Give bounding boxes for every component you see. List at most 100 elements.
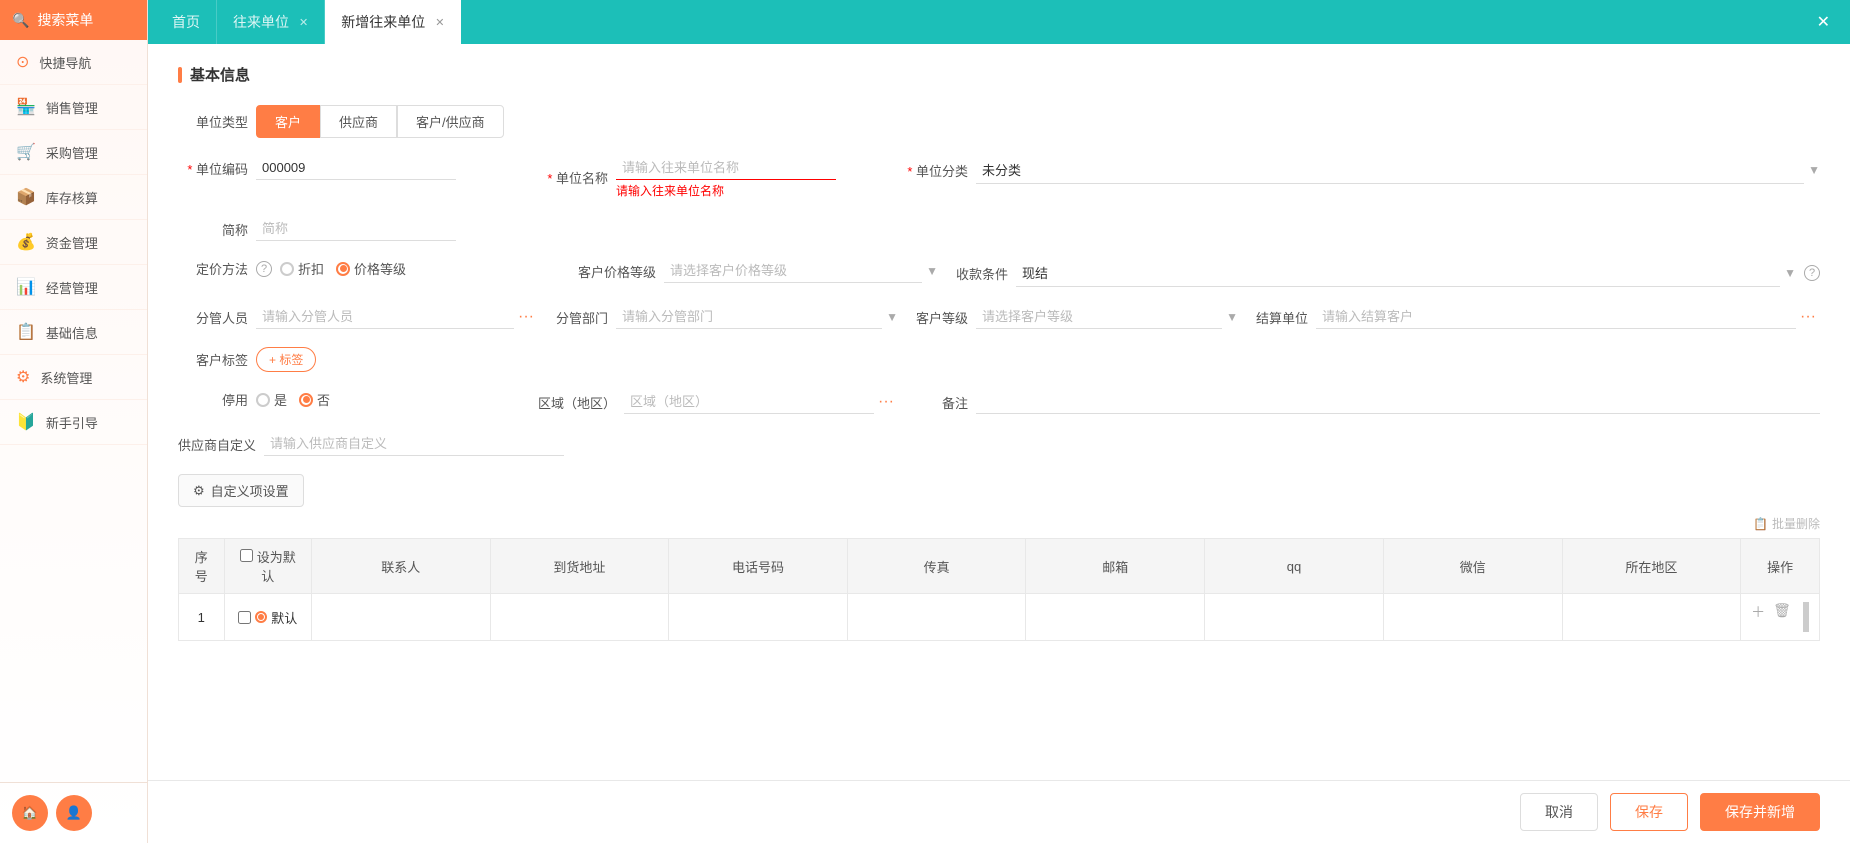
- department-select[interactable]: ▼: [616, 305, 898, 329]
- row-phone: [669, 594, 848, 641]
- settlement-unit-label: 结算单位: [1238, 308, 1308, 327]
- phone-input[interactable]: [679, 610, 837, 625]
- save-new-button[interactable]: 保存并新增: [1700, 793, 1820, 831]
- pricing-help-icon[interactable]: ?: [256, 261, 272, 277]
- sidebar-item-purchase[interactable]: 🛒 采购管理: [0, 130, 147, 175]
- region-table-input[interactable]: [1573, 610, 1731, 625]
- tab-close-new-partner[interactable]: ✕: [435, 16, 444, 29]
- table-row: 1 默认 ＋ 🗑: [179, 594, 1820, 641]
- customer-level-input[interactable]: [976, 305, 1222, 329]
- short-name-label: 简称: [178, 220, 248, 239]
- sidebar-item-quick-nav[interactable]: ⊙快捷导航: [0, 40, 147, 85]
- user-icon-btn[interactable]: 👤: [56, 795, 92, 831]
- disable-radio-group: 是 否: [256, 390, 330, 409]
- supplier-custom-input[interactable]: [264, 432, 564, 456]
- radio-no[interactable]: 否: [299, 390, 330, 409]
- search-menu-button[interactable]: 🔍 搜索菜单: [0, 0, 147, 40]
- department-label: 分管部门: [538, 308, 608, 327]
- sidebar-item-basic[interactable]: 📋基础信息: [0, 310, 147, 355]
- radio-discount[interactable]: 折扣: [280, 259, 324, 278]
- sidebar-item-inventory[interactable]: 📦库存核算: [0, 175, 147, 220]
- customer-price-level-input[interactable]: [664, 259, 922, 283]
- region-input-group: ···: [624, 390, 898, 414]
- sidebar-item-guide[interactable]: 🔰新手引导: [0, 400, 147, 445]
- unit-code-input[interactable]: [256, 156, 456, 180]
- purchase-label: 采购管理: [46, 143, 98, 162]
- radio-yes[interactable]: 是: [256, 390, 287, 409]
- supervisor-more-btn[interactable]: ···: [514, 308, 538, 326]
- region-more-btn[interactable]: ···: [874, 393, 898, 411]
- table-col-header: 联系人: [311, 539, 490, 594]
- wechat-input[interactable]: [1394, 610, 1552, 625]
- supervisor-input[interactable]: [256, 305, 514, 329]
- settlement-unit-input-group: ···: [1316, 305, 1820, 329]
- address-input[interactable]: [501, 610, 659, 625]
- radio-yes-label: 是: [274, 390, 287, 409]
- tab-label-partners: 往来单位: [233, 12, 289, 32]
- tab-new-partner[interactable]: 新增往来单位✕: [325, 0, 461, 44]
- sidebar-item-sales[interactable]: 🏪销售管理: [0, 85, 147, 130]
- row-checkbox[interactable]: [238, 611, 251, 624]
- type-btn-customer[interactable]: 客户: [256, 105, 320, 138]
- contact-input[interactable]: [322, 610, 480, 625]
- search-icon: 🔍: [12, 12, 29, 29]
- purchase-icon: 🛒: [16, 142, 36, 162]
- sidebar-item-finance[interactable]: 💰资金管理: [0, 220, 147, 265]
- unit-info-row: 单位编码 单位名称 请输入往来单位名称 单位分类 未分类 ▼: [178, 156, 1820, 199]
- contacts-table: 序号设为默认联系人到货地址电话号码传真邮箱qq微信所在地区操作 1 默认: [178, 538, 1820, 641]
- department-input[interactable]: [616, 305, 882, 329]
- delete-row-icon[interactable]: 🗑: [1773, 602, 1791, 632]
- select-all-checkbox[interactable]: [240, 549, 253, 562]
- table-col-header: 操作: [1741, 539, 1820, 594]
- unit-name-input[interactable]: [616, 156, 836, 180]
- tab-bar: 首页往来单位✕新增往来单位✕ ✕: [148, 0, 1850, 44]
- drag-handle[interactable]: [1803, 602, 1809, 632]
- add-tag-button[interactable]: + 标签: [256, 347, 316, 372]
- disable-row: 停用 是 否 区域（地区） ···: [178, 390, 1820, 414]
- unit-type-buttons: 客户 供应商 客户/供应商: [256, 105, 504, 138]
- type-btn-supplier[interactable]: 供应商: [320, 105, 397, 138]
- tab-home[interactable]: 首页: [156, 0, 217, 44]
- customer-price-level-select[interactable]: ▼: [664, 259, 938, 283]
- customer-level-select[interactable]: ▼: [976, 305, 1238, 329]
- radio-price-level[interactable]: 价格等级: [336, 259, 406, 278]
- tab-partners[interactable]: 往来单位 ✕: [217, 0, 325, 44]
- fax-input[interactable]: [858, 610, 1016, 625]
- table-col-header: 所在地区: [1562, 539, 1741, 594]
- payment-terms-help-icon[interactable]: ?: [1804, 265, 1820, 281]
- customer-tag-label: 客户标签: [178, 350, 248, 369]
- unit-category-label: 单位分类: [898, 161, 968, 180]
- short-name-group: 简称: [178, 217, 538, 241]
- row-actions: ＋ 🗑: [1741, 594, 1820, 641]
- short-name-input[interactable]: [256, 217, 456, 241]
- batch-delete-label[interactable]: 批量删除: [1772, 515, 1820, 532]
- email-input[interactable]: [1036, 610, 1194, 625]
- qq-input[interactable]: [1215, 610, 1373, 625]
- home-icon-btn[interactable]: 🏠: [12, 795, 48, 831]
- region-input[interactable]: [624, 390, 874, 414]
- save-button[interactable]: 保存: [1610, 793, 1688, 831]
- type-btn-both[interactable]: 客户/供应商: [397, 105, 504, 138]
- finance-icon: 💰: [16, 232, 36, 252]
- custom-settings-button[interactable]: ⚙ 自定义项设置: [178, 474, 304, 507]
- customer-level-group: 客户等级 ▼: [898, 305, 1238, 329]
- add-row-icon[interactable]: ＋: [1751, 602, 1765, 632]
- search-menu-label: 搜索菜单: [37, 10, 93, 30]
- unit-category-select[interactable]: 未分类 ▼: [976, 156, 1820, 184]
- remark-input[interactable]: [976, 390, 1820, 414]
- customer-tag-group: 客户标签 + 标签: [178, 347, 1820, 372]
- tab-close-partners[interactable]: ✕: [299, 16, 308, 29]
- radio-no-circle: [299, 393, 313, 407]
- settlement-unit-input[interactable]: [1316, 305, 1796, 329]
- sidebar-item-system[interactable]: ⚙系统管理: [0, 355, 147, 400]
- department-group: 分管部门 ▼: [538, 305, 898, 329]
- cancel-button[interactable]: 取消: [1520, 793, 1598, 831]
- window-close-button[interactable]: ✕: [1805, 12, 1842, 32]
- unit-name-label: 单位名称: [538, 168, 608, 187]
- section-title-text: 基本信息: [190, 64, 250, 85]
- sidebar-item-operations[interactable]: 📊经营管理: [0, 265, 147, 310]
- settlement-unit-more-btn[interactable]: ···: [1796, 308, 1820, 326]
- short-name-row: 简称: [178, 217, 1820, 241]
- row-address: [490, 594, 669, 641]
- payment-terms-select[interactable]: 现结 ▼ ?: [1016, 259, 1820, 287]
